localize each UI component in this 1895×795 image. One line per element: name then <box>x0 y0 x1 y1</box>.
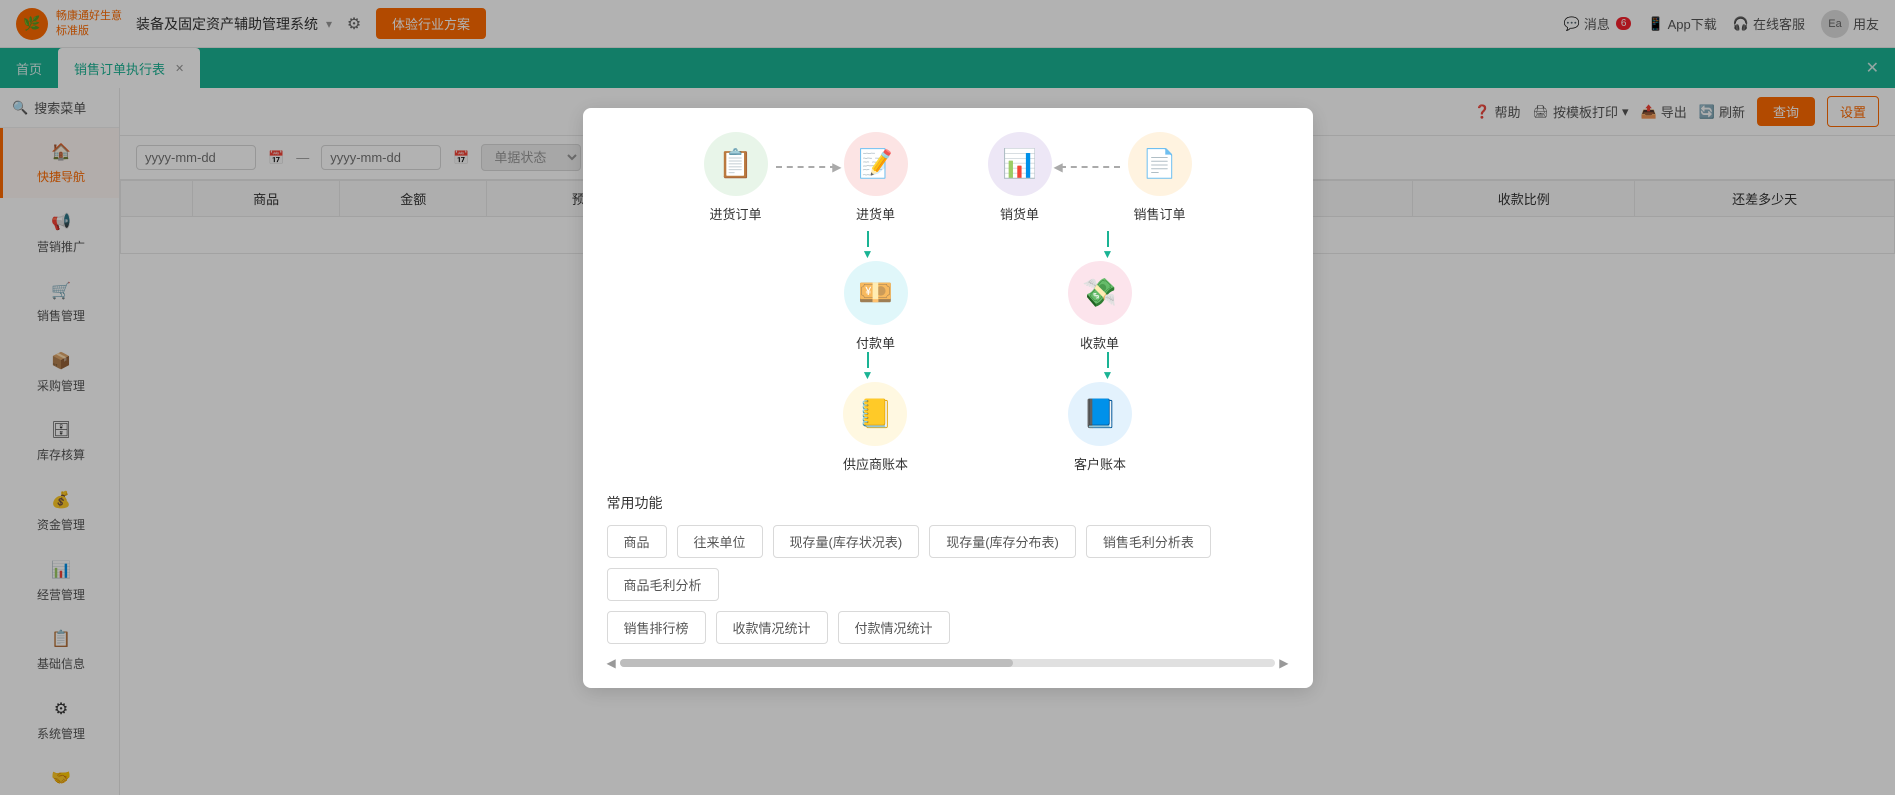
customer-ledger-circle: 📘 <box>1068 382 1132 446</box>
flow-node-sales-bill[interactable]: 📊 销货单 <box>988 132 1052 223</box>
sales-order-label: 销售订单 <box>1133 204 1185 223</box>
func-btn-payment-stats[interactable]: 付款情况统计 <box>838 611 950 644</box>
common-functions: 常用功能 商品 往来单位 现存量(库存状况表) 现存量(库存分布表) 销售毛利分… <box>607 493 1289 644</box>
flow-node-customer-ledger[interactable]: 📘 客户账本 <box>1068 382 1132 473</box>
function-buttons-row2: 销售排行榜 收款情况统计 付款情况统计 <box>607 611 1289 644</box>
function-buttons-row1: 商品 往来单位 现存量(库存状况表) 现存量(库存分布表) 销售毛利分析表 商品… <box>607 525 1289 601</box>
flow-node-purchase-bill[interactable]: 📝 进货单 <box>844 132 908 223</box>
supplier-ledger-label: 供应商账本 <box>843 454 908 473</box>
scroll-track[interactable] <box>620 659 1276 667</box>
payment-label: 付款单 <box>856 333 895 352</box>
func-btn-stock-status[interactable]: 现存量(库存状况表) <box>773 525 920 558</box>
scroll-right-arrow[interactable]: ▶ <box>1279 656 1288 670</box>
supplier-ledger-circle: 📒 <box>843 382 907 446</box>
receipt-label: 收款单 <box>1080 333 1119 352</box>
func-btn-stock-dist[interactable]: 现存量(库存分布表) <box>929 525 1076 558</box>
flow-node-supplier-ledger[interactable]: 📒 供应商账本 <box>843 382 908 473</box>
func-btn-receipt-stats[interactable]: 收款情况统计 <box>716 611 828 644</box>
popup: 📋 进货订单 ▶ 📝 进货单 <box>583 108 1313 688</box>
common-functions-title: 常用功能 <box>607 493 1289 513</box>
purchase-bill-circle: 📝 <box>844 132 908 196</box>
purchase-order-label: 进货订单 <box>709 204 761 223</box>
popup-scrollbar: ◀ ▶ <box>607 656 1289 670</box>
flow-node-payment[interactable]: 💴 付款单 <box>844 261 908 352</box>
func-btn-product-margin[interactable]: 商品毛利分析 <box>607 568 719 601</box>
scroll-left-arrow[interactable]: ◀ <box>607 656 616 670</box>
overlay[interactable]: 📋 进货订单 ▶ 📝 进货单 <box>0 0 1895 795</box>
func-btn-sales-margin[interactable]: 销售毛利分析表 <box>1086 525 1211 558</box>
flow-node-receipt[interactable]: 💸 收款单 <box>1068 261 1132 352</box>
func-btn-contacts[interactable]: 往来单位 <box>677 525 763 558</box>
purchase-bill-label: 进货单 <box>856 204 895 223</box>
payment-circle: 💴 <box>844 261 908 325</box>
func-btn-sales-rank[interactable]: 销售排行榜 <box>607 611 706 644</box>
scroll-thumb <box>620 659 1013 667</box>
flow-node-purchase-order[interactable]: 📋 进货订单 <box>704 132 768 223</box>
sales-bill-label: 销货单 <box>1000 204 1039 223</box>
receipt-circle: 💸 <box>1068 261 1132 325</box>
func-btn-product[interactable]: 商品 <box>607 525 667 558</box>
sales-bill-circle: 📊 <box>988 132 1052 196</box>
sales-order-circle: 📄 <box>1128 132 1192 196</box>
customer-ledger-label: 客户账本 <box>1074 454 1126 473</box>
purchase-order-circle: 📋 <box>704 132 768 196</box>
flow-node-sales-order[interactable]: 📄 销售订单 <box>1128 132 1192 223</box>
